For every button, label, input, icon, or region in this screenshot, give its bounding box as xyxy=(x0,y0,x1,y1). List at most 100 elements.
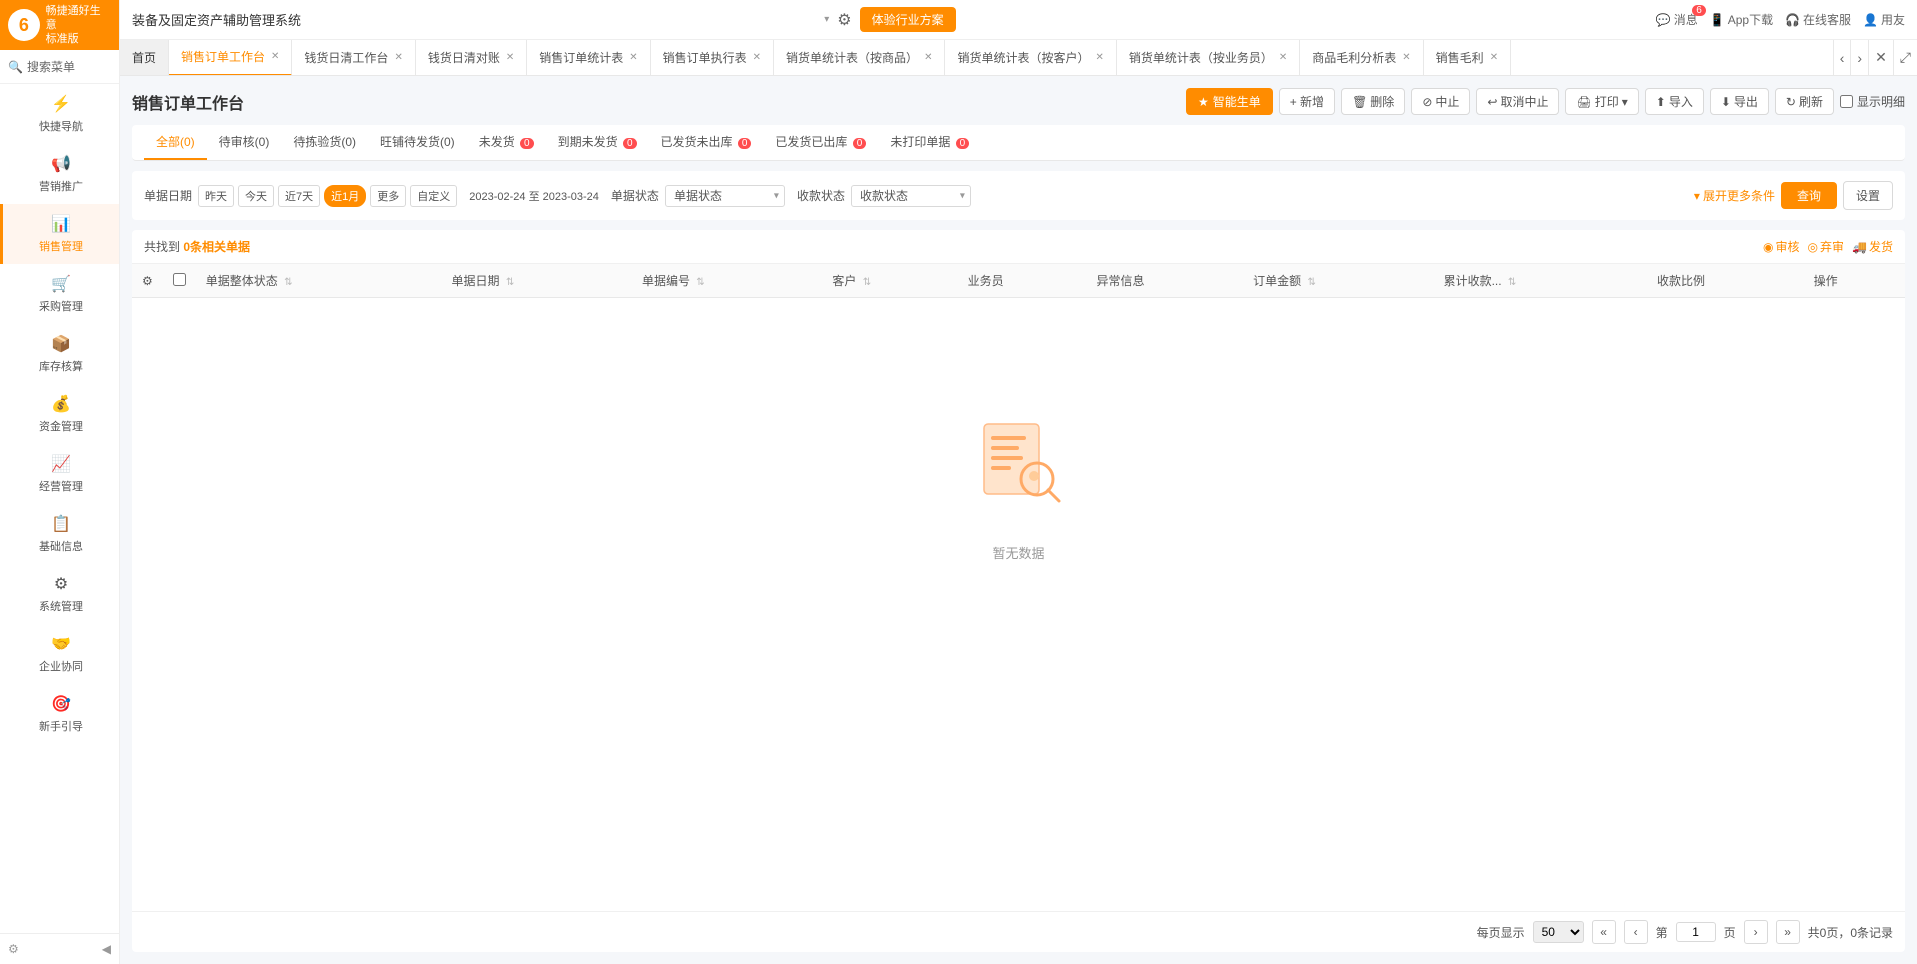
sidebar-item-sales[interactable]: 📊 销售管理 xyxy=(0,204,119,264)
system-title-arrow[interactable]: ▾ xyxy=(824,14,829,25)
sidebar-item-operation[interactable]: 📈 经营管理 xyxy=(0,444,119,504)
refresh-button[interactable]: ↻ 刷新 xyxy=(1775,88,1834,115)
date-btn-7days[interactable]: 近7天 xyxy=(278,185,320,207)
sidebar-item-enterprise[interactable]: 🤝 企业协同 xyxy=(0,624,119,684)
query-button[interactable]: 查询 xyxy=(1781,182,1837,209)
date-btn-more[interactable]: 更多 xyxy=(370,185,406,207)
col-settings[interactable]: ⚙ xyxy=(132,264,163,298)
tab-close-sales-stat[interactable]: ✕ xyxy=(629,52,637,63)
tab-home[interactable]: 首页 xyxy=(120,40,169,76)
date-label: 单据日期 xyxy=(144,187,192,204)
search-icon: 🔍 xyxy=(8,60,23,74)
date-btn-yesterday[interactable]: 昨天 xyxy=(198,185,234,207)
cancel-stop-button[interactable]: ↩ 取消中止 xyxy=(1476,88,1559,115)
tab-sales-stat[interactable]: 销售订单统计表 ✕ xyxy=(527,40,650,76)
tab-close-by-product[interactable]: ✕ xyxy=(924,52,932,63)
sort-status[interactable]: ⇅ xyxy=(284,277,292,288)
tab-sales-by-product[interactable]: 销货单统计表（按商品） ✕ xyxy=(774,40,945,76)
sort-collected[interactable]: ⇅ xyxy=(1508,277,1516,288)
sidebar-search[interactable]: 🔍 搜索菜单 xyxy=(0,50,119,84)
stop-button[interactable]: ⊘ 中止 xyxy=(1411,88,1470,115)
tab-sales-by-customer[interactable]: 销货单统计表（按客户） ✕ xyxy=(945,40,1116,76)
show-detail-checkbox[interactable] xyxy=(1840,95,1853,108)
col-checkbox[interactable] xyxy=(163,264,196,298)
sidebar-item-guide[interactable]: 🎯 新手引导 xyxy=(0,684,119,744)
settings-bottom-icon[interactable]: ⚙ xyxy=(8,942,19,956)
marketing-icon: 📢 xyxy=(51,154,71,174)
tab-sales-exec[interactable]: 销售订单执行表 ✕ xyxy=(651,40,774,76)
export-button[interactable]: ⬇ 导出 xyxy=(1710,88,1769,115)
filter-tab-not-printed[interactable]: 未打印单据 0 xyxy=(878,125,981,160)
app-download-item[interactable]: 📱 App下载 xyxy=(1710,11,1773,28)
expand-conditions-button[interactable]: ▾ 展开更多条件 xyxy=(1694,187,1775,204)
sort-date[interactable]: ⇅ xyxy=(506,277,514,288)
date-btn-today[interactable]: 今天 xyxy=(238,185,274,207)
tab-scroll-left[interactable]: ‹ xyxy=(1833,40,1851,76)
tab-cash-reconcile[interactable]: 钱货日清对账 ✕ xyxy=(416,40,527,76)
page-last-button[interactable]: » xyxy=(1776,920,1800,944)
industry-solution-button[interactable]: 体验行业方案 xyxy=(860,7,956,32)
filter-tab-pending[interactable]: 待审核(0) xyxy=(207,125,282,160)
status-select[interactable]: 单据状态 xyxy=(665,185,785,207)
sort-customer[interactable]: ⇅ xyxy=(863,277,871,288)
filter-tab-overdue[interactable]: 到期未发货 0 xyxy=(546,125,649,160)
sidebar-item-inventory[interactable]: 📦 库存核算 xyxy=(0,324,119,384)
tab-close-by-staff[interactable]: ✕ xyxy=(1279,52,1287,63)
tab-close-sales-workbench[interactable]: ✕ xyxy=(271,51,279,62)
tab-cash-daily[interactable]: 钱货日清工作台 ✕ xyxy=(292,40,415,76)
new-button[interactable]: + 新增 xyxy=(1279,88,1335,115)
filter-tab-shipped-not-out[interactable]: 已发货未出库 0 xyxy=(649,125,764,160)
filter-tab-not-shipped[interactable]: 未发货 0 xyxy=(467,125,546,160)
date-btn-1month[interactable]: 近1月 xyxy=(324,185,366,207)
collapse-icon[interactable]: ◀ xyxy=(102,942,111,956)
tab-close-sales-more[interactable]: ✕ xyxy=(1490,52,1498,63)
online-service-item[interactable]: 🎧 在线客服 xyxy=(1785,11,1851,28)
settings-filter-button[interactable]: 设置 xyxy=(1843,181,1893,210)
tab-maximize[interactable]: ⤢ xyxy=(1893,40,1917,76)
tab-sales-more[interactable]: 销售毛利 ✕ xyxy=(1424,40,1511,76)
tab-sales-workbench[interactable]: 销售订单工作台 ✕ xyxy=(169,40,292,76)
sidebar-item-basic[interactable]: 📋 基础信息 xyxy=(0,504,119,564)
filter-tab-all[interactable]: 全部(0) xyxy=(144,125,207,160)
select-all-checkbox[interactable] xyxy=(173,273,186,286)
tab-gross-margin[interactable]: 商品毛利分析表 ✕ xyxy=(1300,40,1423,76)
filter-tab-shipped-out[interactable]: 已发货已出库 0 xyxy=(763,125,878,160)
filter-tab-wangpu[interactable]: 旺铺待发货(0) xyxy=(368,125,467,160)
cancel-review-action-button[interactable]: ◎ 弃审 xyxy=(1808,238,1845,255)
per-page-select[interactable]: 50 20 100 xyxy=(1533,921,1584,943)
tab-close-sales-exec[interactable]: ✕ xyxy=(753,52,761,63)
sort-amount[interactable]: ⇅ xyxy=(1307,277,1315,288)
tab-close-gross-margin[interactable]: ✕ xyxy=(1402,52,1410,63)
sort-number[interactable]: ⇅ xyxy=(696,277,704,288)
page-next-button[interactable]: › xyxy=(1744,920,1768,944)
print-button[interactable]: 🖨 打印 ▾ xyxy=(1565,88,1638,115)
inventory-icon: 📦 xyxy=(51,334,71,354)
review-action-button[interactable]: ◉ 审核 xyxy=(1763,238,1800,255)
smart-create-button[interactable]: ★ 智能生单 xyxy=(1186,88,1273,115)
tab-sales-by-staff[interactable]: 销货单统计表（按业务员） ✕ xyxy=(1117,40,1300,76)
table-scroll[interactable]: ⚙ 单据整体状态 ⇅ 单据日期 ⇅ 单据编号 xyxy=(132,264,1905,911)
ship-action-button[interactable]: 🚚 发货 xyxy=(1852,238,1893,255)
tab-scroll-right[interactable]: › xyxy=(1850,40,1868,76)
sidebar-item-system[interactable]: ⚙ 系统管理 xyxy=(0,564,119,624)
page-prev-button[interactable]: ‹ xyxy=(1624,920,1648,944)
sidebar-item-finance[interactable]: 💰 资金管理 xyxy=(0,384,119,444)
show-detail-label[interactable]: 显示明细 xyxy=(1840,93,1905,110)
tab-close-cash-reconcile[interactable]: ✕ xyxy=(506,52,514,63)
user-item[interactable]: 👤 用友 xyxy=(1863,11,1905,28)
import-button[interactable]: ⬆ 导入 xyxy=(1645,88,1704,115)
receipt-select[interactable]: 收款状态 xyxy=(851,185,971,207)
topbar-settings-icon[interactable]: ⚙ xyxy=(837,10,851,30)
sidebar-item-purchase[interactable]: 🛒 采购管理 xyxy=(0,264,119,324)
sidebar-item-quick-nav[interactable]: ⚡ 快捷导航 xyxy=(0,84,119,144)
tab-close-all[interactable]: ✕ xyxy=(1868,40,1893,76)
page-number-input[interactable] xyxy=(1676,922,1716,942)
delete-button[interactable]: 🗑 删除 xyxy=(1341,88,1405,115)
filter-tab-pending-inspect[interactable]: 待拣验货(0) xyxy=(281,125,368,160)
message-icon-item[interactable]: 💬 消息 6 xyxy=(1656,11,1698,28)
tab-close-by-customer[interactable]: ✕ xyxy=(1095,52,1103,63)
page-first-button[interactable]: « xyxy=(1592,920,1616,944)
sidebar-item-marketing[interactable]: 📢 营销推广 xyxy=(0,144,119,204)
tab-close-cash-daily[interactable]: ✕ xyxy=(394,52,402,63)
date-btn-custom[interactable]: 自定义 xyxy=(410,185,457,207)
